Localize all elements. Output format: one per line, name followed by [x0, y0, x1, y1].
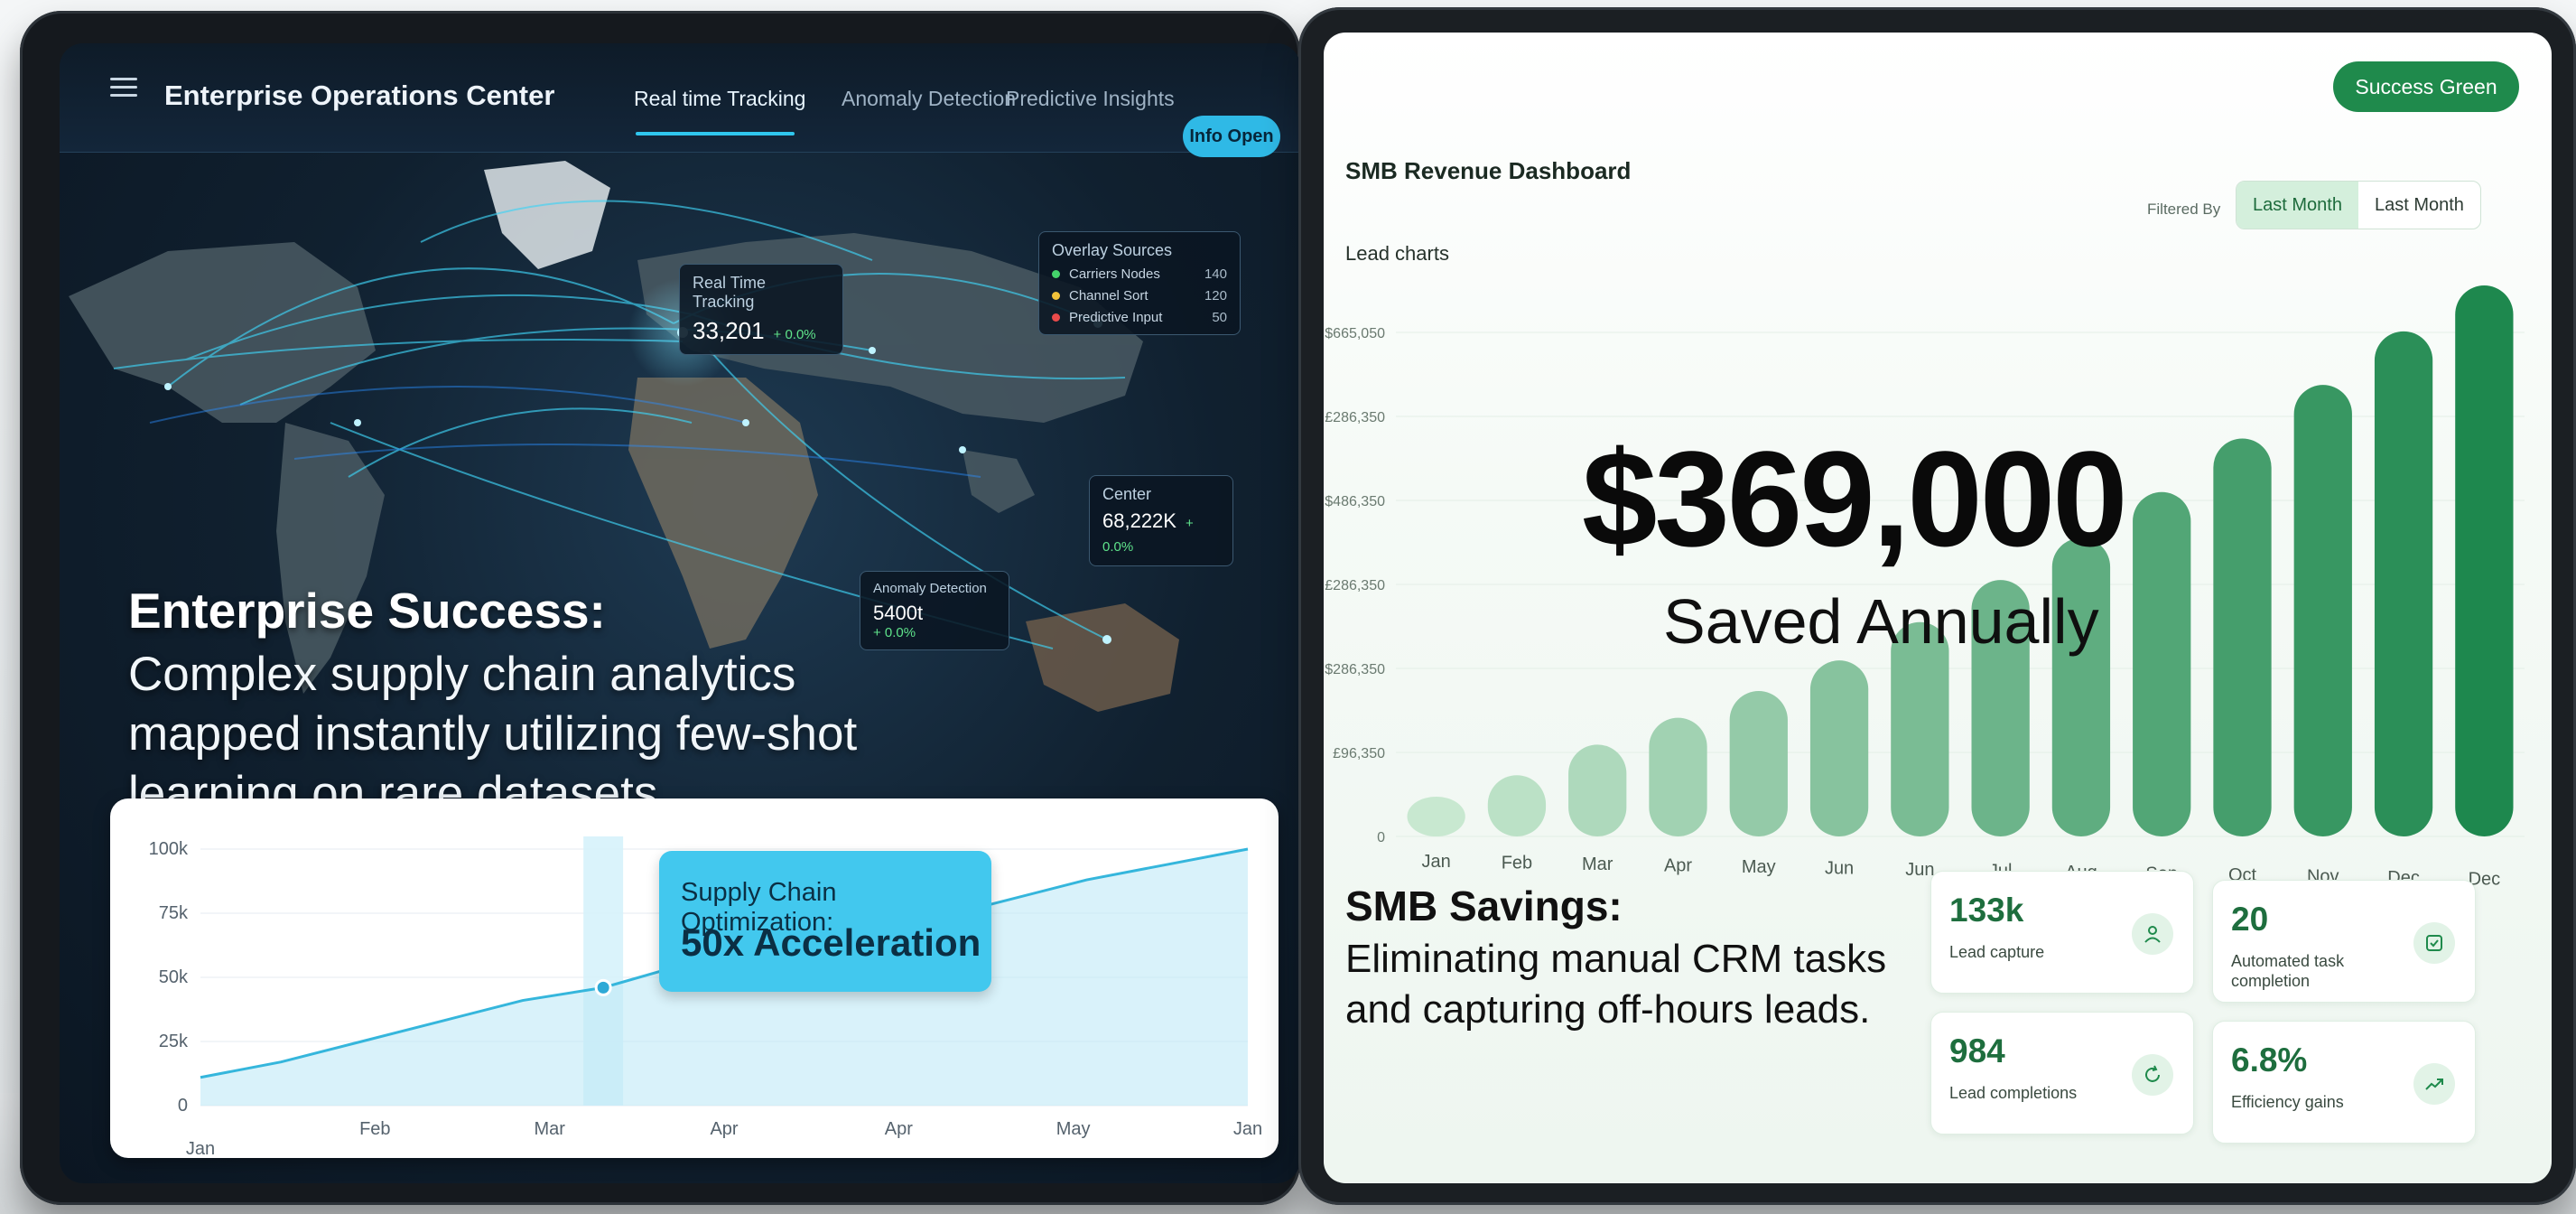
x-tick-label: Feb [1502, 854, 1532, 873]
chart-tooltip: Supply Chain Optimization: 50x Accelerat… [659, 851, 991, 992]
y-tick-label: £286,350 [1325, 410, 1385, 425]
data-point [594, 978, 612, 996]
dashboard-title: SMB Revenue Dashboard [1345, 157, 1632, 184]
savings-heading: SMB Savings: [1345, 882, 1623, 929]
tab-predictive-insights[interactable]: Predictive Insights [1006, 87, 1175, 111]
tab-anomaly-detection[interactable]: Anomaly Detection [842, 87, 1016, 111]
kpi-card-automated-tasks[interactable]: 20 Automated task completion [2212, 880, 2476, 1003]
kpi-label: Lead capture [1949, 943, 2045, 961]
bar [2455, 285, 2514, 836]
y-tick-label: 100k [149, 839, 189, 859]
filter-label: Filtered By [2147, 201, 2221, 218]
tab-real-time-tracking[interactable]: Real time Tracking [634, 87, 805, 111]
legend-title: Overlay Sources [1052, 241, 1173, 259]
supply-chain-chart-card: 0 25k 50k 75k 100k Jan Feb Mar Apr Apr May Jan Supp… [110, 798, 1279, 1159]
legend-row: Channel Sort 120 [1052, 288, 1227, 304]
status-badge[interactable]: Success Green [2333, 61, 2519, 112]
tracking-panel: Real Time Tracking 33,201 + 0.0% [679, 264, 843, 355]
kpi-label: Efficiency gains [2231, 1093, 2344, 1111]
hero-heading: Enterprise Success: [128, 583, 606, 639]
right-tablet: Success Green SMB Revenue Dashboard Filt… [1298, 7, 2576, 1205]
tracking-panel-value: 33,201 [693, 317, 765, 344]
kpi-value: 20 [2231, 901, 2269, 938]
bar [1809, 660, 1869, 836]
kpi-label: Automated task completion [2231, 952, 2345, 990]
menu-icon[interactable] [110, 78, 137, 98]
y-tick-label: 25k [159, 1032, 189, 1051]
hero-body: Complex supply chain analytics mapped in… [128, 648, 858, 820]
x-tick-label: May [1056, 1119, 1091, 1139]
bar [1729, 691, 1788, 836]
y-tick-label: £96,350 [1333, 746, 1385, 761]
x-tick-label: May [1742, 857, 1776, 877]
x-tick-label: Apr [885, 1119, 913, 1139]
y-tick-label: 0 [1377, 830, 1385, 845]
period-option[interactable]: Last Month [2358, 182, 2480, 229]
headline-value: $369,000 [1582, 423, 2128, 574]
x-tick-label: Jun [1825, 859, 1854, 879]
kpi-value: 984 [1949, 1032, 2005, 1069]
y-tick-label: $286,350 [1325, 662, 1385, 677]
tracking-panel-delta: + 0.0% [773, 327, 816, 342]
operations-screen: Enterprise Operations Center Real time T… [60, 43, 1300, 1183]
kpi-card-lead-completions[interactable]: 984 Lead completions [1930, 1012, 2194, 1135]
bar [2213, 438, 2272, 836]
left-tablet: Enterprise Operations Center Real time T… [20, 11, 1300, 1205]
hero-text: Enterprise Success: Complex supply chain… [128, 582, 941, 824]
bar [1568, 744, 1627, 836]
savings-text: SMB Savings: Eliminating manual CRM task… [1345, 882, 1905, 1035]
bar [2293, 385, 2352, 836]
period-option-active[interactable]: Last Month [2237, 182, 2358, 229]
x-tick-label: Mar [1582, 854, 1613, 874]
bar [2133, 491, 2191, 836]
bar [1407, 796, 1465, 836]
person-icon [2132, 913, 2173, 955]
top-nav-bar: Enterprise Operations Center Real time T… [60, 43, 1300, 153]
kpi-card-efficiency[interactable]: 6.8% Efficiency gains [2212, 1021, 2476, 1144]
y-tick-label: 0 [178, 1096, 188, 1116]
bar [1649, 717, 1707, 836]
legend-row: Predictive Input 50 [1052, 310, 1227, 325]
center-panel-title: Center [1102, 485, 1152, 503]
active-tab-indicator [636, 132, 795, 135]
kpi-value: 6.8% [2231, 1041, 2308, 1079]
tracking-panel-title: Real Time Tracking [693, 274, 767, 311]
center-panel-value: 68,222K [1102, 509, 1176, 532]
period-selector: Last Month Last Month [2236, 181, 2481, 229]
y-tick-label: £286,350 [1325, 578, 1385, 593]
y-tick-label: 50k [159, 967, 189, 987]
trend-up-icon [2413, 1063, 2455, 1105]
center-panel: Center 68,222K + 0.0% [1089, 475, 1233, 566]
legend-row: Carriers Nodes 140 [1052, 266, 1227, 282]
headline-caption: Saved Annually [1663, 586, 2099, 657]
x-tick-label: Apr [1664, 856, 1692, 876]
bar [2374, 331, 2433, 836]
y-tick-label: $486,350 [1325, 494, 1385, 509]
x-tick-label: Mar [534, 1119, 565, 1139]
x-tick-label: Jan [1233, 1119, 1262, 1139]
x-tick-label: Jan [1422, 852, 1451, 872]
refresh-icon [2132, 1054, 2173, 1096]
y-tick-label: $665,050 [1325, 326, 1385, 341]
x-tick-label: Jun [1905, 860, 1934, 880]
bar [2051, 537, 2111, 836]
x-tick-label: Feb [359, 1119, 390, 1139]
savings-body: Eliminating manual CRM tasks and capturi… [1345, 937, 1887, 1032]
kpi-value: 133k [1949, 892, 2024, 929]
kpi-card-lead-capture[interactable]: 133k Lead capture [1930, 871, 2194, 994]
bar [1487, 775, 1547, 836]
x-tick-label: Apr [710, 1119, 738, 1139]
tooltip-value: 50x Acceleration [681, 921, 981, 964]
overlay-legend-panel: Overlay Sources Carriers Nodes 140 Channe… [1038, 231, 1241, 335]
revenue-screen: Success Green SMB Revenue Dashboard Filt… [1324, 33, 2552, 1183]
x-tick-label: Jan [186, 1139, 215, 1158]
check-square-icon [2413, 922, 2455, 964]
app-title: Enterprise Operations Center [164, 79, 555, 111]
kpi-label: Lead completions [1949, 1084, 2078, 1102]
y-tick-label: 75k [159, 903, 189, 923]
